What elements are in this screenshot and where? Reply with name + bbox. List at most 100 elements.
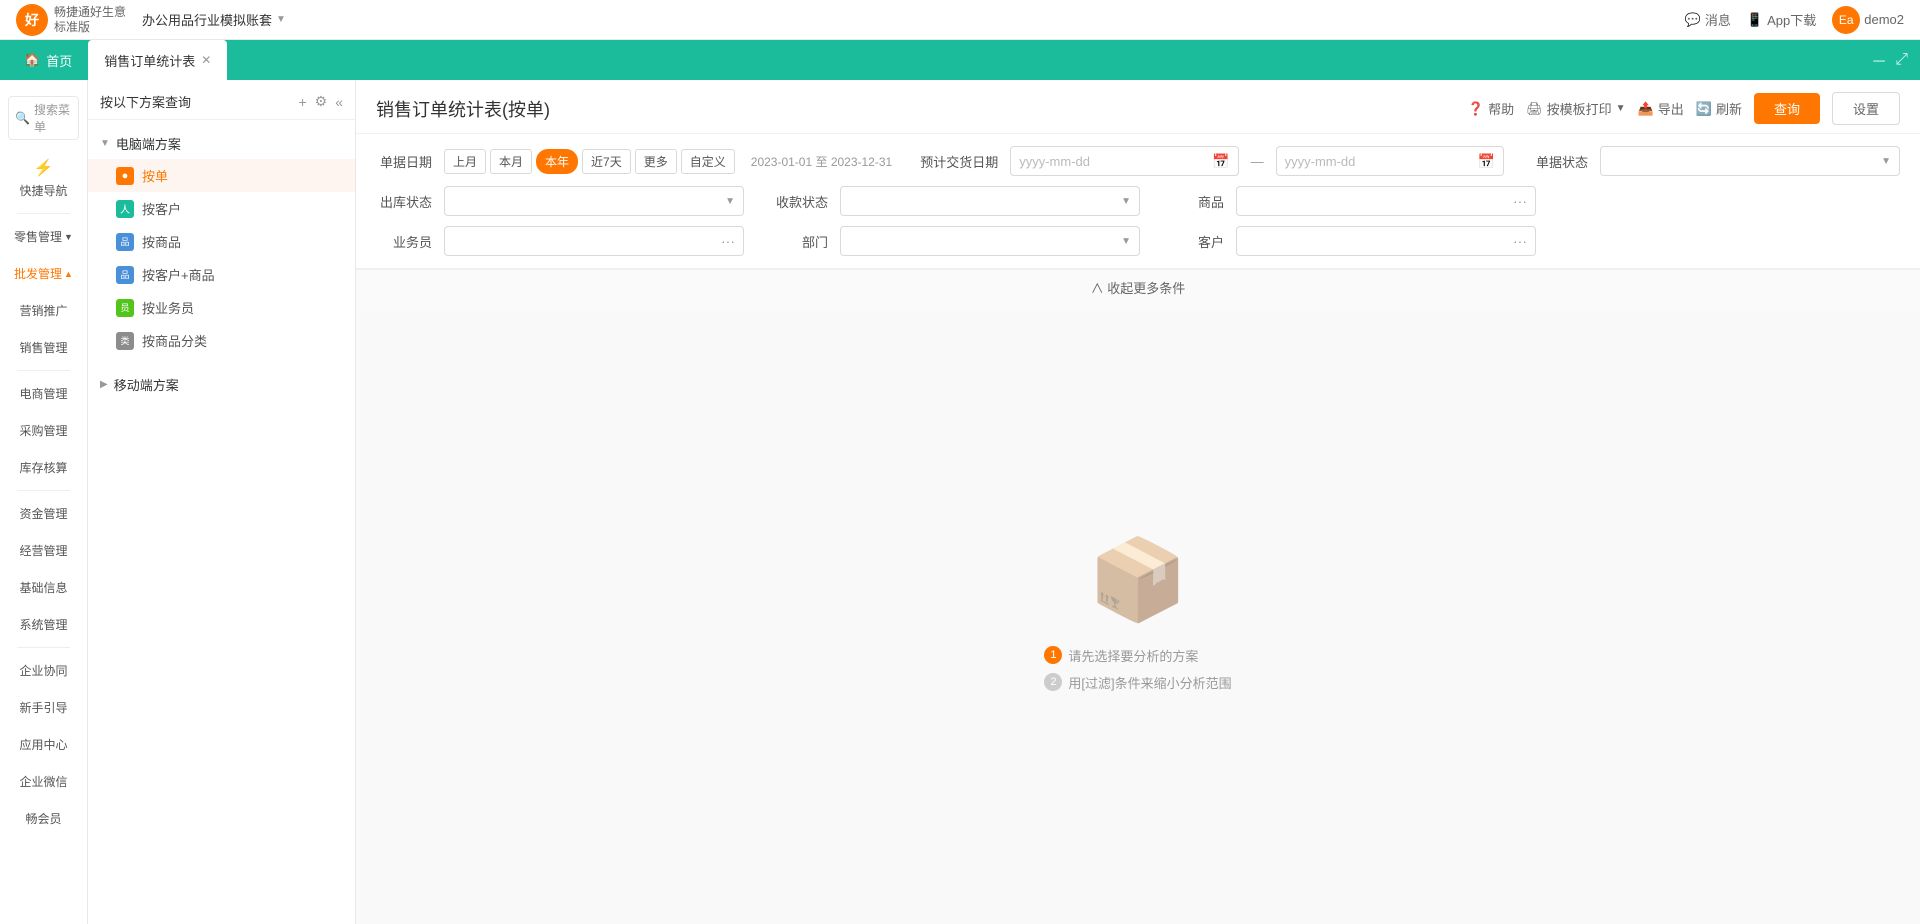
date-btn-last-7-days[interactable]: 近7天 xyxy=(582,149,631,174)
collapse-bar[interactable]: ∧ 收起更多条件 xyxy=(356,269,1920,305)
hint-number-2: 2 xyxy=(1044,673,1062,691)
expected-date-end-input[interactable]: yyyy-mm-dd 📅 xyxy=(1276,146,1504,176)
app-download-button[interactable]: 📱 App下载 xyxy=(1747,10,1816,29)
expected-date-start-input[interactable]: yyyy-mm-dd 📅 xyxy=(1010,146,1238,176)
settings-plan-button[interactable]: ⚙ xyxy=(315,93,328,110)
product-more-icon[interactable]: ··· xyxy=(1513,193,1527,209)
print-arrow-icon: ▼ xyxy=(1616,103,1626,114)
sidebar-item-member[interactable]: 畅会员 xyxy=(0,800,87,837)
template-print-button[interactable]: 🖨 按模板打印 ▼ xyxy=(1526,99,1625,118)
sidebar-nav: ⚡ 快捷导航 零售管理 ▼ 批发管理 ▲ 营销推广 销售管理 电商管理 xyxy=(0,144,87,841)
date-separator: — xyxy=(1251,154,1264,169)
sidebar-item-ecom-mgmt[interactable]: 电商管理 xyxy=(0,375,87,412)
quick-nav-icon: ⚡ xyxy=(34,158,54,178)
tab-home[interactable]: 🏠 首页 xyxy=(8,40,88,80)
collapse-panel-button[interactable]: « xyxy=(335,94,343,110)
filter-area: 单据日期 上月 本月 本年 近7天 更多 自定义 2023-01-01 至 20… xyxy=(356,134,1920,269)
sidebar-divider-4 xyxy=(17,647,69,648)
sidebar-item-new-guide[interactable]: 新手引导 xyxy=(0,689,87,726)
department-field: ▼ xyxy=(840,226,1140,256)
refresh-button[interactable]: 🔄 刷新 xyxy=(1696,99,1742,118)
add-plan-button[interactable]: + xyxy=(298,94,306,110)
minimize-icon[interactable]: － xyxy=(1871,48,1887,72)
sidebar-item-basic-info[interactable]: 基础信息 xyxy=(0,569,87,606)
sidebar-item-app-center[interactable]: 应用中心 xyxy=(0,726,87,763)
mobile-expand-arrow-icon: ▶ xyxy=(100,379,108,390)
sidebar-item-inventory[interactable]: 库存核算 xyxy=(0,449,87,486)
sidebar-item-sys-mgmt[interactable]: 系统管理 xyxy=(0,606,87,643)
plan-item-icon-cust-prod: 品 xyxy=(116,266,134,284)
tab-bar: 🏠 首页 销售订单统计表 ✕ － ⤢ xyxy=(0,40,1920,80)
search-menu-button[interactable]: 🔍 搜索菜单 xyxy=(8,96,79,140)
doc-status-select[interactable]: ▼ xyxy=(1600,146,1900,176)
date-btn-group: 上月 本月 本年 近7天 更多 自定义 xyxy=(444,149,735,174)
user-menu[interactable]: Ea demo2 xyxy=(1832,6,1904,34)
filter-row-2: 出库状态 ▼ 收款状态 ▼ 商品 xyxy=(376,186,1900,216)
sidebar-item-enterprise-coop[interactable]: 企业协同 xyxy=(0,652,87,689)
collection-status-label: 收款状态 xyxy=(772,192,828,211)
sidebar-item-enterprise-wechat[interactable]: 企业微信 xyxy=(0,763,87,800)
message-icon: 💬 xyxy=(1685,12,1701,28)
expected-date-start-field: yyyy-mm-dd 📅 xyxy=(1010,146,1238,176)
top-bar-right: 💬 消息 📱 App下载 Ea demo2 xyxy=(1685,6,1904,34)
product-input[interactable]: ··· xyxy=(1236,186,1536,216)
plan-item-by-cust-prod[interactable]: 品 按客户+商品 xyxy=(88,258,355,291)
sidebar: 🔍 搜索菜单 ⚡ 快捷导航 零售管理 ▼ 批发管理 ▲ 营销推广 销售管理 xyxy=(0,80,88,924)
avatar: Ea xyxy=(1832,6,1860,34)
main-layout: 🔍 搜索菜单 ⚡ 快捷导航 零售管理 ▼ 批发管理 ▲ 营销推广 销售管理 xyxy=(0,80,1920,924)
filter-row-1: 单据日期 上月 本月 本年 近7天 更多 自定义 2023-01-01 至 20… xyxy=(376,146,1900,176)
date-range-display: 2023-01-01 至 2023-12-31 xyxy=(751,153,892,170)
chevron-down-dept-icon: ▼ xyxy=(1121,236,1131,247)
mobile-plan-section: ▶ 移动端方案 xyxy=(88,365,355,400)
date-btn-this-month[interactable]: 本月 xyxy=(490,149,532,174)
sidebar-item-finance-mgmt[interactable]: 资金管理 xyxy=(0,495,87,532)
customer-more-icon[interactable]: ··· xyxy=(1513,233,1527,249)
customer-input[interactable]: ··· xyxy=(1236,226,1536,256)
logo-area: 好 畅捷通好生意 标准版 xyxy=(16,4,126,36)
delivery-status-label: 出库状态 xyxy=(376,192,432,211)
mobile-plan-group-header[interactable]: ▶ 移动端方案 xyxy=(88,369,355,400)
logo-icon: 好 xyxy=(16,4,48,36)
pc-plan-section: ▼ 电脑端方案 ● 按单 人 按客户 品 按商品 品 按客户+商品 xyxy=(88,120,355,365)
sidebar-item-marketing[interactable]: 营销推广 xyxy=(0,292,87,329)
date-btn-custom[interactable]: 自定义 xyxy=(681,149,735,174)
plan-item-by-salesperson[interactable]: 员 按业务员 xyxy=(88,291,355,324)
plan-item-by-order[interactable]: ● 按单 xyxy=(88,159,355,192)
date-btn-this-year[interactable]: 本年 xyxy=(536,149,578,174)
tab-sales-order-stats[interactable]: 销售订单统计表 ✕ xyxy=(88,40,227,80)
print-icon: 🖨 xyxy=(1526,101,1543,117)
pc-plan-group-header[interactable]: ▼ 电脑端方案 xyxy=(88,128,355,159)
plan-item-by-customer[interactable]: 人 按客户 xyxy=(88,192,355,225)
export-button[interactable]: 📤 导出 xyxy=(1638,99,1684,118)
sidebar-item-purchase-mgmt[interactable]: 采购管理 xyxy=(0,412,87,449)
salesperson-field: ··· xyxy=(444,226,744,256)
delivery-status-select[interactable]: ▼ xyxy=(444,186,744,216)
query-button[interactable]: 查询 xyxy=(1754,93,1820,124)
expand-arrow-icon: ▼ xyxy=(100,138,110,149)
maximize-icon[interactable]: ⤢ xyxy=(1895,51,1908,69)
date-label: 单据日期 xyxy=(376,152,432,171)
settings-button[interactable]: 设置 xyxy=(1832,92,1900,125)
app-selector[interactable]: 办公用品行业模拟账套 ▼ xyxy=(134,6,294,33)
sidebar-divider xyxy=(17,213,69,214)
date-btn-last-month[interactable]: 上月 xyxy=(444,149,486,174)
home-icon: 🏠 xyxy=(24,52,40,68)
chevron-up-icon: ▲ xyxy=(64,269,73,279)
sidebar-item-wholesale-mgmt[interactable]: 批发管理 ▲ xyxy=(0,255,87,292)
department-select[interactable]: ▼ xyxy=(840,226,1140,256)
chevron-down-collection-icon: ▼ xyxy=(1121,196,1131,207)
message-button[interactable]: 💬 消息 xyxy=(1685,10,1731,29)
sidebar-search-area: 🔍 搜索菜单 xyxy=(0,88,87,144)
salesperson-input[interactable]: ··· xyxy=(444,226,744,256)
date-btn-more[interactable]: 更多 xyxy=(635,149,677,174)
plan-item-by-category[interactable]: 类 按商品分类 xyxy=(88,324,355,357)
sidebar-item-retail-mgmt[interactable]: 零售管理 ▼ xyxy=(0,218,87,255)
close-tab-icon[interactable]: ✕ xyxy=(201,53,211,67)
help-button[interactable]: ❓ 帮助 xyxy=(1468,99,1514,118)
sidebar-item-sales-mgmt[interactable]: 销售管理 xyxy=(0,329,87,366)
sidebar-item-quick-nav[interactable]: ⚡ 快捷导航 xyxy=(0,148,87,209)
plan-item-by-product[interactable]: 品 按商品 xyxy=(88,225,355,258)
collection-status-select[interactable]: ▼ xyxy=(840,186,1140,216)
salesperson-more-icon[interactable]: ··· xyxy=(721,233,735,249)
sidebar-item-ops-mgmt[interactable]: 经营管理 xyxy=(0,532,87,569)
